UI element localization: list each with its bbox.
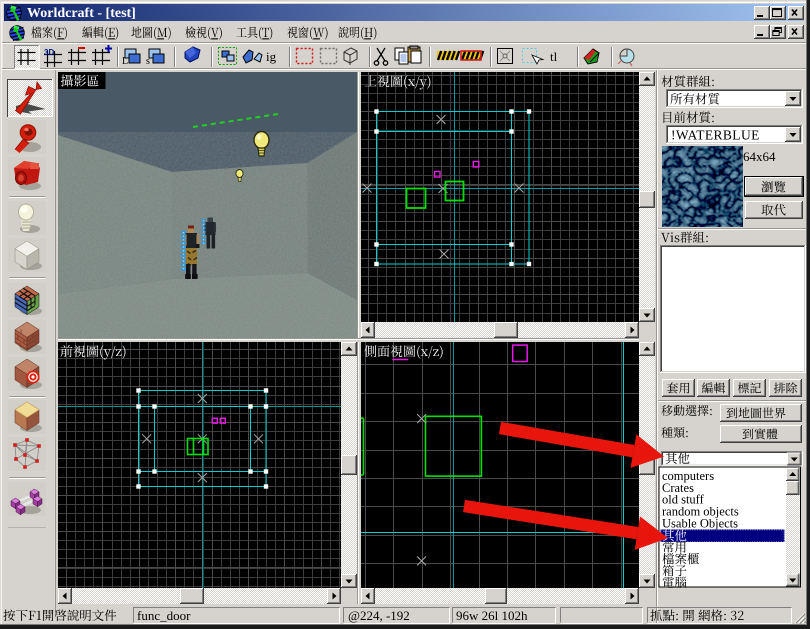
svg-text:Worldcraft - [test]: Worldcraft - [test] [27, 6, 136, 21]
svg-text:64x64: 64x64 [743, 149, 776, 164]
svg-text:s: s [146, 56, 150, 67]
svg-text:@224, -192: @224, -192 [348, 608, 410, 623]
svg-text:ig: ig [266, 49, 277, 64]
svg-text:Usable Objects: Usable Objects [662, 516, 738, 530]
svg-text:L: L [122, 56, 128, 67]
svg-text:3D: 3D [44, 48, 54, 57]
svg-text:func_door: func_door [137, 608, 191, 623]
svg-text:96w 26l 102h: 96w 26l 102h [456, 608, 528, 623]
svg-text:!WATERBLUE: !WATERBLUE [671, 128, 760, 143]
svg-text:tl: tl [550, 49, 558, 64]
